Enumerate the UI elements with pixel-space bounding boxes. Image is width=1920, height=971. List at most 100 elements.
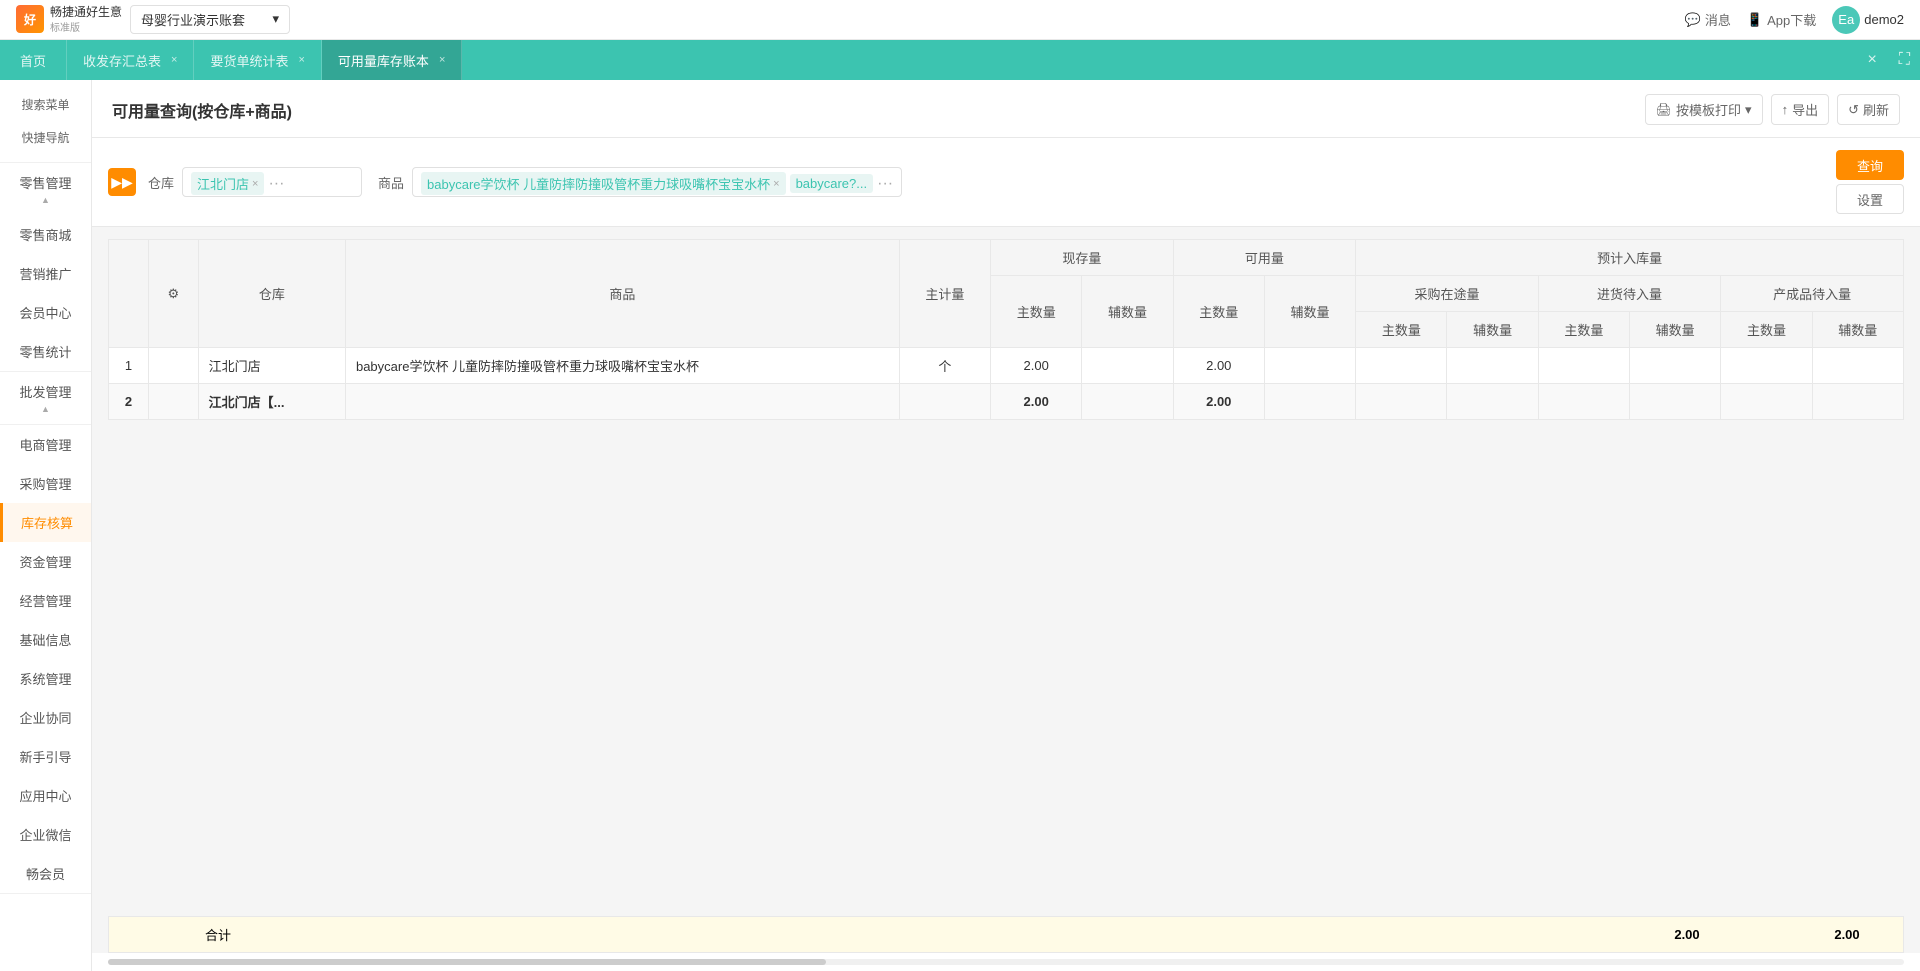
- sidebar-item-member-card[interactable]: 畅会员: [0, 854, 91, 893]
- tab-inventory-close[interactable]: ×: [439, 54, 445, 66]
- sidebar-label: 新手引导: [19, 747, 71, 766]
- product-tag-value-0: babycare学饮杯 儿童防摔防撞吸管杯重力球吸嘴杯宝宝水杯: [427, 174, 770, 193]
- tab-receipts-close[interactable]: ×: [171, 54, 177, 66]
- product-filter: 商品 babycare学饮杯 儿童防摔防撞吸管杯重力球吸嘴杯宝宝水杯 × bab…: [378, 167, 902, 197]
- messages-button[interactable]: 💬 消息: [1685, 10, 1731, 29]
- sidebar-label: 库存核算: [21, 513, 73, 532]
- export-button[interactable]: ↑ 导出: [1771, 94, 1830, 125]
- query-button[interactable]: 查询: [1836, 150, 1904, 180]
- print-template-button[interactable]: 🖨 按模板打印 ▾: [1645, 94, 1763, 125]
- cell-unit-1: 个: [899, 348, 990, 384]
- warehouse-input[interactable]: 江北门店 × ···: [182, 167, 362, 197]
- sidebar-label: 零售商城: [19, 225, 71, 244]
- arrow-icon: ▲: [41, 195, 50, 205]
- sidebar-item-ecommerce[interactable]: 电商管理: [0, 425, 91, 464]
- sidebar-item-retail-stats[interactable]: 零售统计: [0, 332, 91, 371]
- tab-inventory[interactable]: 可用量库存账本 ×: [322, 40, 462, 80]
- sidebar-item-basics[interactable]: 基础信息: [0, 620, 91, 659]
- cell-stock-main-2: 2.00: [991, 384, 1082, 420]
- footer-stock-main: 2.00: [1647, 927, 1727, 942]
- sidebar-group-wholesale: 批发管理 ▲: [0, 372, 91, 425]
- cell-gear-2: [149, 384, 199, 420]
- col-gear[interactable]: ⚙: [149, 240, 199, 348]
- page-title-row: 可用量查询(按仓库+商品) 🖨 按模板打印 ▾ ↑ 导出 ↺ 刷新: [112, 94, 1900, 137]
- sidebar-item-marketing[interactable]: 营销推广: [0, 254, 91, 293]
- scroll-thumb[interactable]: [108, 959, 826, 965]
- sidebar-label: 采购管理: [19, 474, 71, 493]
- sidebar-item-wholesale-mgmt[interactable]: 批发管理 ▲: [0, 372, 91, 424]
- cell-stock-main-1: 2.00: [991, 348, 1082, 384]
- sidebar-item-finance[interactable]: 资金管理: [0, 542, 91, 581]
- sidebar-search[interactable]: 搜索菜单: [0, 88, 91, 121]
- refresh-label: 刷新: [1863, 100, 1889, 119]
- chevron-down-icon: ▾: [272, 11, 279, 27]
- sidebar-label: 畅会员: [26, 864, 65, 883]
- sidebar-label: 批发管理: [19, 382, 71, 401]
- close-all-tabs[interactable]: ×: [1855, 51, 1888, 69]
- industry-label: 母婴行业演示账套: [141, 10, 245, 29]
- tab-orders[interactable]: 要货单统计表 ×: [194, 40, 321, 80]
- avatar: Ea: [1832, 6, 1860, 34]
- tab-home[interactable]: 首页: [0, 40, 67, 80]
- sidebar-top-actions: 搜索菜单 快捷导航: [0, 80, 91, 163]
- horizontal-scrollbar[interactable]: [108, 959, 1904, 965]
- gear-icon: ⚙: [168, 286, 180, 301]
- sidebar-item-appstore[interactable]: 应用中心: [0, 776, 91, 815]
- warehouse-tag-close[interactable]: ×: [252, 178, 258, 190]
- sidebar-item-retail-shop[interactable]: 零售商城: [0, 215, 91, 254]
- header-actions: 🖨 按模板打印 ▾ ↑ 导出 ↺ 刷新: [1645, 94, 1901, 125]
- app-download-button[interactable]: 📱 App下载: [1747, 10, 1816, 29]
- expand-window-button[interactable]: ⛶: [1889, 51, 1920, 69]
- sidebar-item-purchase[interactable]: 采购管理: [0, 464, 91, 503]
- nav-tabs: 首页 收发存汇总表 × 要货单统计表 × 可用量库存账本 × × ⛶: [0, 40, 1920, 80]
- sidebar-group-ops: 电商管理 采购管理 库存核算 资金管理 经营管理 基础信息 系统管理 企业协同: [0, 425, 91, 894]
- col-seq: [109, 240, 149, 348]
- table-container: ⚙ 仓库 商品 主计量 现存量 可用量 预计入库量 主数量 辅数量 主数量 辅数…: [92, 227, 1920, 916]
- warehouse-more-icon[interactable]: ···: [268, 175, 284, 193]
- sidebar-item-inventory-check[interactable]: 库存核算: [0, 503, 91, 542]
- filter-toggle-button[interactable]: ▶▶: [108, 168, 136, 196]
- logo-sub: 标准版: [50, 19, 122, 34]
- col-stock-aux: 辅数量: [1082, 276, 1173, 348]
- table-row: 2 江北门店【... 2.00 2.00: [109, 384, 1904, 420]
- sidebar-item-retail-mgmt[interactable]: 零售管理 ▲: [0, 163, 91, 215]
- sidebar-group-retail: 零售管理 ▲ 零售商城 营销推广 会员中心 零售统计: [0, 163, 91, 372]
- logo-name: 畅捷通好生意: [50, 5, 122, 19]
- sidebar-item-ops[interactable]: 经营管理: [0, 581, 91, 620]
- export-icon: ↑: [1782, 102, 1789, 117]
- refresh-icon: ↺: [1848, 102, 1859, 118]
- cell-prod-main-1: [1721, 348, 1812, 384]
- settings-button[interactable]: 设置: [1836, 184, 1904, 214]
- top-bar-left: 好 畅捷通好生意 标准版 母婴行业演示账套 ▾: [16, 5, 290, 34]
- sidebar-label: 经营管理: [19, 591, 71, 610]
- cell-unit-2: [899, 384, 990, 420]
- col-product: 商品: [345, 240, 899, 348]
- product-tag-value-1: babycare?...: [796, 176, 868, 191]
- sidebar-label: 基础信息: [19, 630, 71, 649]
- tab-orders-close[interactable]: ×: [298, 54, 304, 66]
- message-icon: 💬: [1685, 12, 1701, 28]
- refresh-button[interactable]: ↺ 刷新: [1837, 94, 1900, 125]
- product-input[interactable]: babycare学饮杯 儿童防摔防撞吸管杯重力球吸嘴杯宝宝水杯 × babyca…: [412, 167, 902, 197]
- sidebar-item-guide[interactable]: 新手引导: [0, 737, 91, 776]
- product-more-icon[interactable]: ···: [877, 175, 893, 193]
- cell-seq-2: 2: [109, 384, 149, 420]
- sidebar-label: 零售管理: [19, 173, 71, 192]
- cell-prod-main-2: [1721, 384, 1812, 420]
- sidebar-item-members[interactable]: 会员中心: [0, 293, 91, 332]
- user-area[interactable]: Ea demo2: [1832, 6, 1904, 34]
- sidebar-item-wechat[interactable]: 企业微信: [0, 815, 91, 854]
- tab-receipts[interactable]: 收发存汇总表 ×: [67, 40, 194, 80]
- cell-inc-aux-1: [1630, 348, 1721, 384]
- product-tag-0-close[interactable]: ×: [773, 178, 779, 190]
- col-stock-group: 现存量: [991, 240, 1174, 276]
- col-inc-aux: 辅数量: [1630, 312, 1721, 348]
- top-bar: 好 畅捷通好生意 标准版 母婴行业演示账套 ▾ 💬 消息 📱 App下载 Ea …: [0, 0, 1920, 40]
- footer-avail-main: 2.00: [1807, 927, 1887, 942]
- sidebar-item-system[interactable]: 系统管理: [0, 659, 91, 698]
- col-avail-aux: 辅数量: [1264, 276, 1355, 348]
- sidebar-quick-nav[interactable]: 快捷导航: [0, 121, 91, 154]
- industry-selector[interactable]: 母婴行业演示账套 ▾: [130, 5, 290, 34]
- cell-avail-main-1: 2.00: [1173, 348, 1264, 384]
- sidebar-item-enterprise[interactable]: 企业协同: [0, 698, 91, 737]
